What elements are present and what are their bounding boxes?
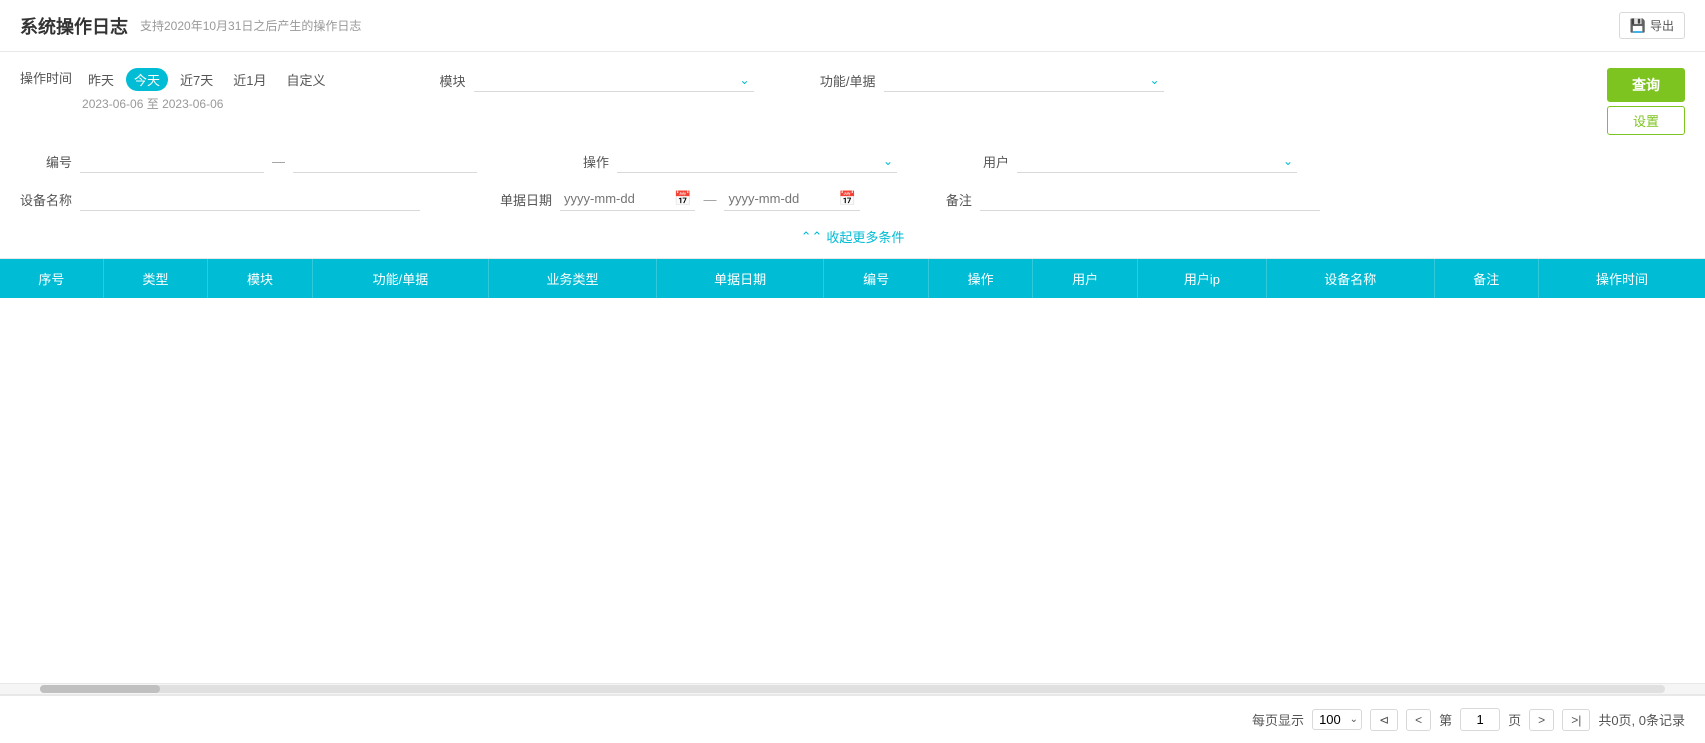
page-unit: 页 — [1508, 710, 1521, 729]
page-input[interactable] — [1460, 708, 1500, 731]
next-page-button[interactable]: > — [1529, 709, 1554, 731]
module-select[interactable] — [474, 68, 754, 92]
device-input[interactable] — [80, 187, 420, 211]
operation-select[interactable] — [617, 149, 897, 173]
total-label: 共0页, 0条记录 — [1598, 710, 1685, 729]
settings-button[interactable]: 设置 — [1607, 106, 1685, 135]
operation-select-wrapper: ⌄ — [617, 149, 897, 173]
module-label: 模块 — [414, 71, 474, 90]
table-header: 序号类型模块功能/单据业务类型单据日期编号操作用户用户ip设备名称备注操作时间 — [0, 259, 1705, 298]
page-size-label: 每页显示 — [1252, 710, 1304, 729]
document-date-label: 单据日期 — [500, 190, 560, 209]
collapse-label: 收起更多条件 — [826, 227, 904, 246]
table-column-header: 用户 — [1033, 259, 1137, 298]
function-label: 功能/单据 — [814, 71, 884, 90]
export-icon: 💾 — [1630, 18, 1646, 34]
number-input-2[interactable] — [293, 149, 477, 173]
table-container: 序号类型模块功能/单据业务类型单据日期编号操作用户用户ip设备名称备注操作时间 — [0, 259, 1705, 683]
calendar-start-icon[interactable]: 📅 — [670, 188, 695, 209]
page-subtitle: 支持2020年10月31日之后产生的操作日志 — [140, 17, 361, 34]
action-buttons: 查询 设置 — [1607, 68, 1685, 135]
number-label: 编号 — [20, 152, 80, 171]
operation-label: 操作 — [557, 152, 617, 171]
table-column-header: 设备名称 — [1266, 259, 1434, 298]
data-table: 序号类型模块功能/单据业务类型单据日期编号操作用户用户ip设备名称备注操作时间 — [0, 259, 1705, 298]
date-end-input[interactable] — [724, 187, 834, 210]
user-select-wrapper: ⌄ — [1017, 149, 1297, 173]
time-range: 2023-06-06 至 2023-06-06 — [80, 95, 334, 112]
table-column-header: 操作 — [928, 259, 1032, 298]
time-custom-btn[interactable]: 自定义 — [279, 68, 334, 91]
user-select[interactable] — [1017, 149, 1297, 173]
page-title: 系统操作日志 — [20, 13, 128, 39]
time-yesterday-btn[interactable]: 昨天 — [80, 68, 122, 91]
table-column-header: 备注 — [1434, 259, 1538, 298]
table-column-header: 类型 — [103, 259, 207, 298]
time-7days-btn[interactable]: 近7天 — [172, 68, 221, 91]
function-select-wrapper: ⌄ — [884, 68, 1164, 92]
page-header: 系统操作日志 支持2020年10月31日之后产生的操作日志 💾 导出 — [0, 0, 1705, 52]
function-select[interactable] — [884, 68, 1164, 92]
page-size-select[interactable]: 100 50 200 — [1312, 709, 1362, 730]
number-input-1[interactable] — [80, 149, 264, 173]
export-button[interactable]: 💾 导出 — [1619, 12, 1685, 39]
scrollbar-track — [40, 685, 1665, 693]
date-dash: — — [703, 192, 716, 207]
table-column-header: 业务类型 — [489, 259, 657, 298]
collapse-row: ⌃⌃ 收起更多条件 — [20, 219, 1685, 250]
time-1month-btn[interactable]: 近1月 — [225, 68, 274, 91]
prev-page-button[interactable]: < — [1406, 709, 1431, 731]
device-label: 设备名称 — [20, 190, 80, 209]
table-column-header: 模块 — [208, 259, 312, 298]
collapse-up-icon: ⌃⌃ — [801, 229, 823, 245]
query-button[interactable]: 查询 — [1607, 68, 1685, 102]
remark-label: 备注 — [920, 190, 980, 209]
scrollbar-thumb[interactable] — [40, 685, 160, 693]
table-column-header: 单据日期 — [656, 259, 824, 298]
table-column-header: 操作时间 — [1539, 259, 1705, 298]
first-page-button[interactable]: ⊲ — [1370, 709, 1398, 731]
filter-area: 操作时间 昨天 今天 近7天 近1月 自定义 2023-06-06 至 2023… — [0, 52, 1705, 259]
module-select-wrapper: ⌄ — [474, 68, 754, 92]
table-column-header: 编号 — [824, 259, 928, 298]
user-label: 用户 — [957, 152, 1017, 171]
page-size-wrapper: 100 50 200 ⌄ — [1312, 709, 1362, 730]
page-label: 第 — [1439, 710, 1452, 729]
table-column-header: 序号 — [0, 259, 103, 298]
time-filter: 昨天 今天 近7天 近1月 自定义 2023-06-06 至 2023-06-0… — [80, 68, 334, 112]
time-today-btn[interactable]: 今天 — [126, 68, 168, 91]
empty-area — [0, 298, 1705, 638]
export-label: 导出 — [1650, 17, 1674, 34]
collapse-button[interactable]: ⌃⌃ 收起更多条件 — [801, 227, 905, 246]
date-start-input[interactable] — [560, 187, 670, 210]
time-label: 操作时间 — [20, 68, 80, 87]
pagination: 每页显示 100 50 200 ⌄ ⊲ < 第 页 > >| 共0页, 0条记录 — [0, 695, 1705, 743]
table-column-header: 功能/单据 — [312, 259, 488, 298]
remark-input[interactable] — [980, 187, 1320, 211]
date-end-wrapper: 📅 — [724, 187, 859, 211]
scrollbar-area[interactable] — [0, 683, 1705, 695]
calendar-end-icon[interactable]: 📅 — [834, 188, 859, 209]
number-dash: — — [272, 154, 285, 169]
last-page-button[interactable]: >| — [1562, 709, 1590, 731]
table-column-header: 用户ip — [1137, 259, 1266, 298]
date-start-wrapper: 📅 — [560, 187, 695, 211]
